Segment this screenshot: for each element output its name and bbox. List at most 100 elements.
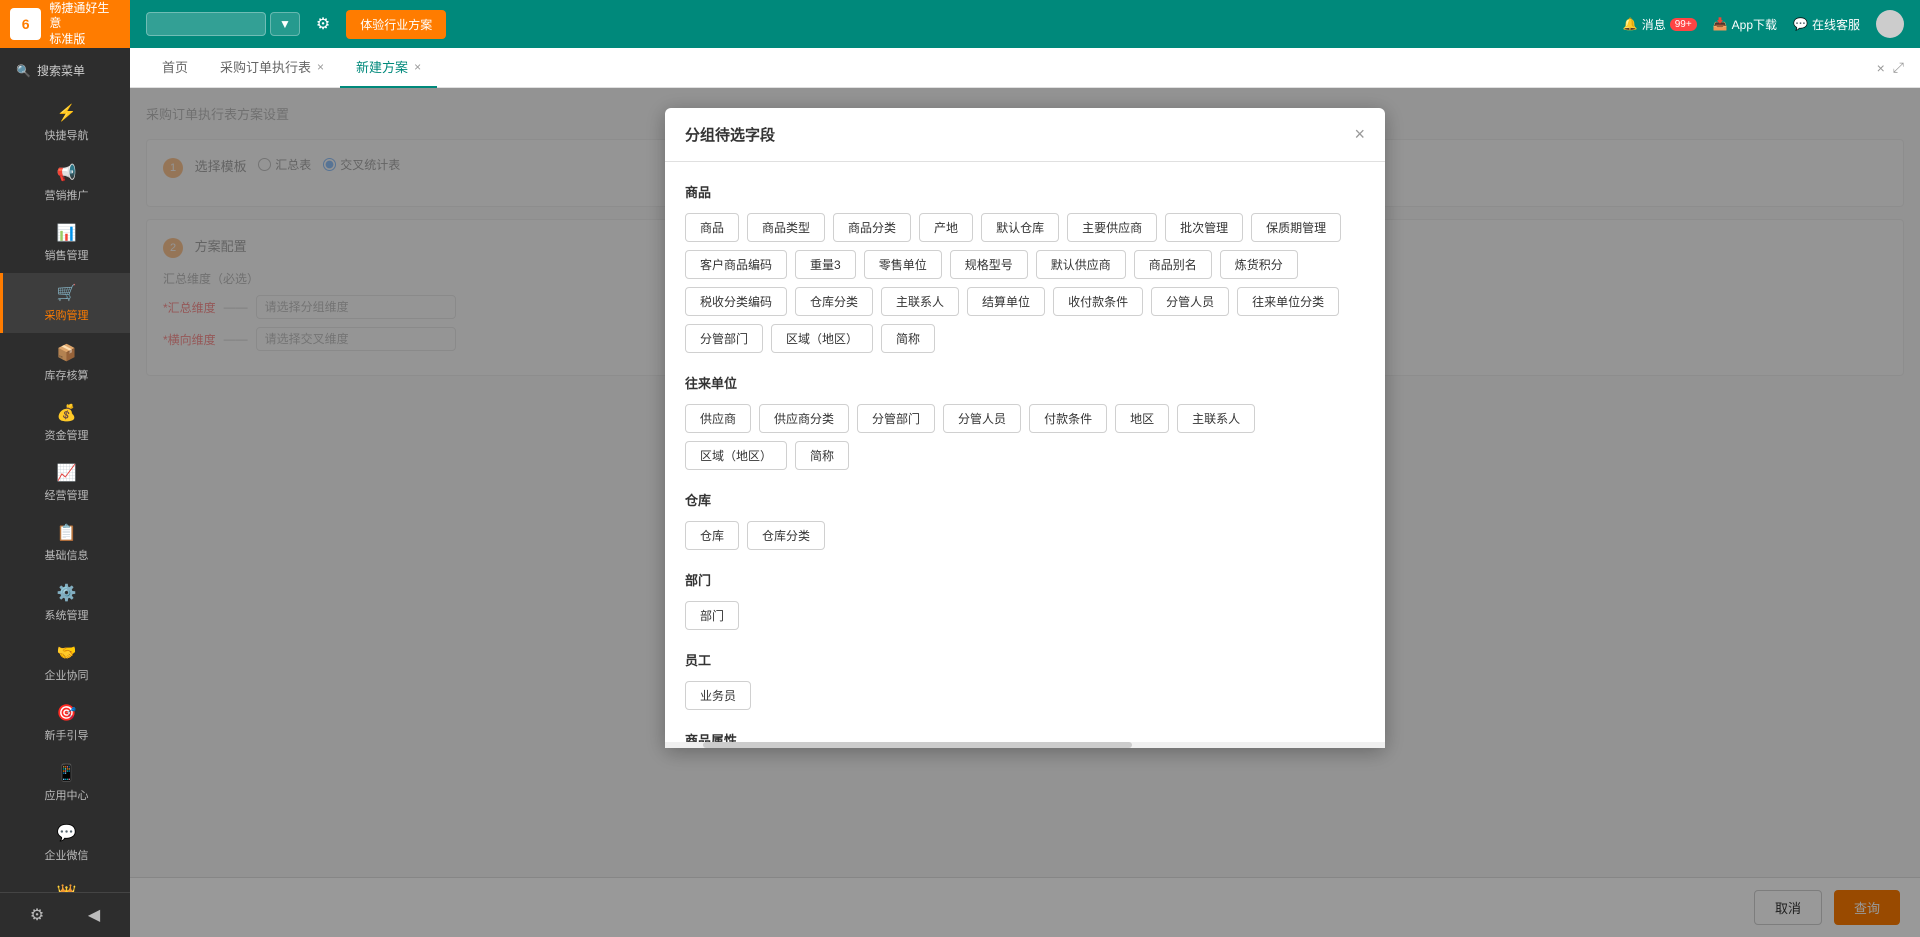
field-tag-仓库分类[interactable]: 仓库分类 [747, 521, 825, 550]
sidebar: 6 畅捷通好生意 标准版 🔍 搜索菜单 ⚡ 快捷导航 📢 营销推广 📊 [0, 0, 130, 937]
system-icon: ⚙️ [57, 583, 77, 603]
sidebar-item-wechat[interactable]: 💬 企业微信 [0, 813, 130, 873]
field-tag-批次管理[interactable]: 批次管理 [1165, 213, 1243, 242]
sidebar-item-operation[interactable]: 📈 经营管理 [0, 453, 130, 513]
modal-body[interactable]: 商品 商品商品类型商品分类产地默认仓库主要供应商批次管理保质期管理客户商品编码重… [665, 162, 1385, 742]
field-tag-税收分类编码[interactable]: 税收分类编码 [685, 287, 787, 316]
field-tag-分管部门[interactable]: 分管部门 [685, 324, 763, 353]
sidebar-item-app-center[interactable]: 📱 应用中心 [0, 753, 130, 813]
tabs-expand-button[interactable]: ⤢ [1893, 59, 1904, 76]
trial-button[interactable]: 体验行业方案 [346, 10, 446, 39]
field-tag-分管人员[interactable]: 分管人员 [1151, 287, 1229, 316]
sidebar-item-marketing[interactable]: 📢 营销推广 [0, 153, 130, 213]
field-tag-产地[interactable]: 产地 [919, 213, 973, 242]
tab-home[interactable]: 首页 [146, 48, 204, 88]
field-tag-简称[interactable]: 简称 [795, 441, 849, 470]
topbar-select-button[interactable]: ▼ [270, 12, 300, 36]
field-tag-区域（地区）[interactable]: 区域（地区） [685, 441, 787, 470]
field-tag-默认供应商[interactable]: 默认供应商 [1036, 250, 1126, 279]
field-tag-收付款条件[interactable]: 收付款条件 [1053, 287, 1143, 316]
sidebar-item-finance[interactable]: 💰 资金管理 [0, 393, 130, 453]
tab-purchase-order[interactable]: 采购订单执行表 × [204, 48, 340, 88]
field-tag-规格型号[interactable]: 规格型号 [950, 250, 1028, 279]
inventory-icon: 📦 [57, 343, 77, 363]
tab-purchase-close-icon[interactable]: × [317, 60, 324, 74]
wechat-icon: 💬 [57, 823, 77, 843]
partner-section-title: 往来单位 [685, 373, 1365, 392]
search-menu-button[interactable]: 🔍 搜索菜单 [10, 56, 120, 85]
sidebar-item-system[interactable]: ⚙️ 系统管理 [0, 573, 130, 633]
field-tag-零售单位[interactable]: 零售单位 [864, 250, 942, 279]
field-tag-商品[interactable]: 商品 [685, 213, 739, 242]
field-tag-仓库分类[interactable]: 仓库分类 [795, 287, 873, 316]
warehouse-field-tags: 仓库仓库分类 [685, 521, 1365, 550]
settings-button[interactable]: ⚙ [26, 901, 48, 929]
field-tag-供应商[interactable]: 供应商 [685, 404, 751, 433]
sidebar-item-quick-nav[interactable]: ⚡ 快捷导航 [0, 93, 130, 153]
member-icon: 👑 [57, 883, 77, 892]
topbar-gear-button[interactable]: ⚙ [312, 10, 334, 38]
field-select-modal: 分组待选字段 × 商品 商品商品类型商品分类产地默认仓库主要供应商批次管理保质期… [665, 108, 1385, 748]
field-tag-地区[interactable]: 地区 [1115, 404, 1169, 433]
employee-section-title: 员工 [685, 650, 1365, 669]
modal-close-button[interactable]: × [1354, 124, 1365, 145]
search-icon: 🔍 [16, 64, 31, 78]
service-icon: 💬 [1793, 17, 1808, 31]
cooperation-icon: 🤝 [57, 643, 77, 663]
field-tag-分管人员[interactable]: 分管人员 [943, 404, 1021, 433]
tabs-right-actions: × ⤢ [1877, 59, 1904, 76]
message-icon: 🔔 [1623, 17, 1638, 31]
field-tag-供应商分类[interactable]: 供应商分类 [759, 404, 849, 433]
topbar-search-input[interactable] [146, 12, 266, 36]
field-tag-仓库[interactable]: 仓库 [685, 521, 739, 550]
field-tag-商品类型[interactable]: 商品类型 [747, 213, 825, 242]
user-avatar[interactable] [1876, 10, 1904, 38]
field-tag-重量3[interactable]: 重量3 [795, 250, 856, 279]
field-tag-部门[interactable]: 部门 [685, 601, 739, 630]
field-tag-主联系人[interactable]: 主联系人 [881, 287, 959, 316]
field-tag-商品分类[interactable]: 商品分类 [833, 213, 911, 242]
employee-field-tags: 业务员 [685, 681, 1365, 710]
field-tag-往来单位分类[interactable]: 往来单位分类 [1237, 287, 1339, 316]
sidebar-search-area[interactable]: 🔍 搜索菜单 [0, 48, 130, 93]
field-tag-炼货积分[interactable]: 炼货积分 [1220, 250, 1298, 279]
sidebar-item-member[interactable]: 👑 畅会员 [0, 873, 130, 892]
sidebar-item-basic[interactable]: 📋 基础信息 [0, 513, 130, 573]
collapse-button[interactable]: ◀ [84, 901, 104, 929]
sidebar-item-cooperation[interactable]: 🤝 企业协同 [0, 633, 130, 693]
field-tag-付款条件[interactable]: 付款条件 [1029, 404, 1107, 433]
goods-attr-section-title: 商品属性 [685, 730, 1365, 742]
field-tag-默认仓库[interactable]: 默认仓库 [981, 213, 1059, 242]
online-service-button[interactable]: 💬 在线客服 [1793, 16, 1860, 33]
field-tag-分管部门[interactable]: 分管部门 [857, 404, 935, 433]
field-tag-简称[interactable]: 简称 [881, 324, 935, 353]
sidebar-item-sales[interactable]: 📊 销售管理 [0, 213, 130, 273]
field-tag-业务员[interactable]: 业务员 [685, 681, 751, 710]
app-download-button[interactable]: 📥 App下载 [1713, 16, 1777, 33]
message-button[interactable]: 🔔 消息 99+ [1623, 16, 1697, 33]
field-tag-主要供应商[interactable]: 主要供应商 [1067, 213, 1157, 242]
tabs-bar: 首页 采购订单执行表 × 新建方案 × × ⤢ [130, 48, 1920, 88]
tab-new-scheme-close-icon[interactable]: × [414, 60, 421, 74]
modal-scrollbar-thumb [703, 742, 1133, 748]
purchase-icon: 🛒 [57, 283, 77, 303]
field-tag-保质期管理[interactable]: 保质期管理 [1251, 213, 1341, 242]
tabs-close-all-button[interactable]: × [1877, 60, 1885, 76]
sidebar-item-guide[interactable]: 🎯 新手引导 [0, 693, 130, 753]
topbar: ▼ ⚙ 体验行业方案 🔔 消息 99+ 📥 App下载 💬 在线客服 [130, 0, 1920, 48]
field-tag-客户商品编码[interactable]: 客户商品编码 [685, 250, 787, 279]
goods-attr-section: 商品属性 属性颜色多规格尺码鞋码1 [685, 730, 1365, 742]
warehouse-section-title: 仓库 [685, 490, 1365, 509]
basic-icon: 📋 [57, 523, 77, 543]
sidebar-bottom: ⚙ ◀ [0, 892, 130, 937]
sidebar-item-purchase[interactable]: 🛒 采购管理 [0, 273, 130, 333]
tab-new-scheme[interactable]: 新建方案 × [340, 48, 437, 88]
sidebar-item-inventory[interactable]: 📦 库存核算 [0, 333, 130, 393]
field-tag-主联系人[interactable]: 主联系人 [1177, 404, 1255, 433]
modal-horizontal-scrollbar[interactable] [665, 742, 1385, 748]
field-tag-结算单位[interactable]: 结算单位 [967, 287, 1045, 316]
field-tag-区域（地区）[interactable]: 区域（地区） [771, 324, 873, 353]
modal-header: 分组待选字段 × [665, 108, 1385, 162]
page-content: 采购订单执行表方案设置 1 选择模板 汇总表 交叉统计表 2 方案配 [130, 88, 1920, 937]
field-tag-商品别名[interactable]: 商品别名 [1134, 250, 1212, 279]
